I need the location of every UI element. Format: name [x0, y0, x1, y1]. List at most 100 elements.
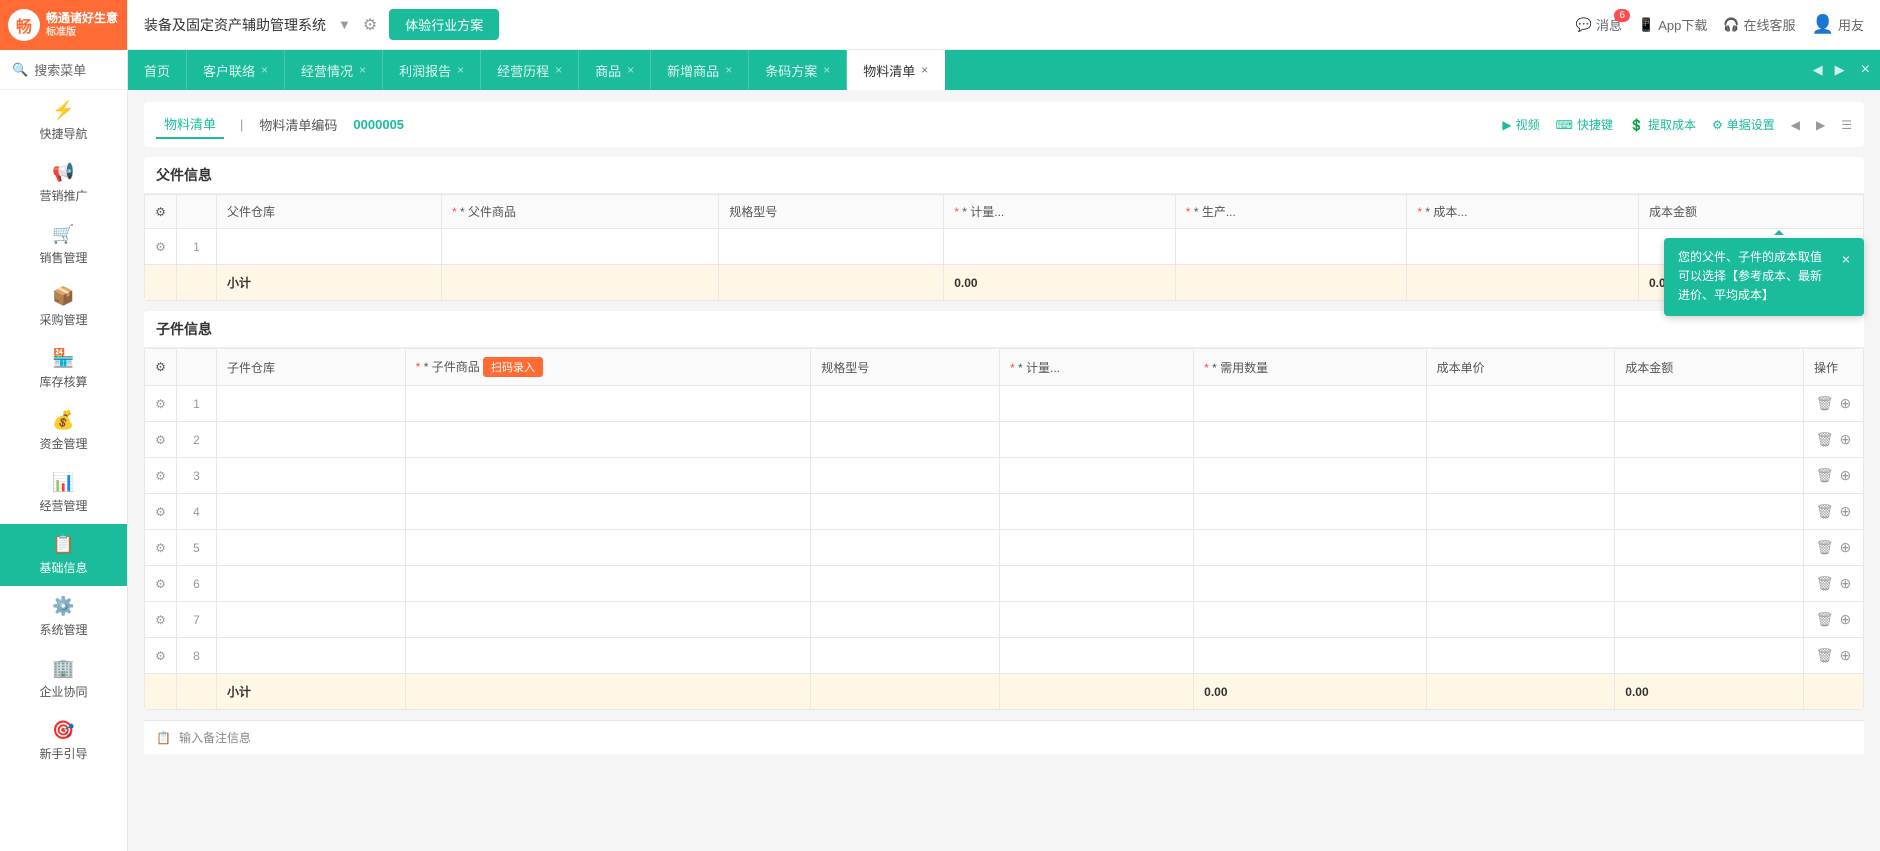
- list-view-icon[interactable]: ☰: [1841, 118, 1852, 132]
- trial-button[interactable]: 体验行业方案: [389, 9, 499, 40]
- tab-profit-close[interactable]: ×: [457, 63, 464, 77]
- child-row8-unit[interactable]: [999, 638, 1193, 674]
- parent-row1-unit[interactable]: [944, 229, 1176, 265]
- child-row4-qty[interactable]: [1194, 494, 1426, 530]
- parent-row1-cost[interactable]: [1407, 229, 1639, 265]
- nav-prev-arrow[interactable]: ◀: [1807, 62, 1829, 78]
- tab-bom-close[interactable]: ×: [921, 63, 928, 77]
- child-row3-product[interactable]: [405, 458, 811, 494]
- close-all-tabs[interactable]: ×: [1851, 61, 1880, 79]
- nav-next-page[interactable]: ▶: [1816, 118, 1825, 132]
- sidebar-item-basic-info[interactable]: 📋 基础信息: [0, 524, 127, 586]
- child-row1-unit-price[interactable]: [1426, 386, 1615, 422]
- tab-barcode-close[interactable]: ×: [823, 63, 830, 77]
- sidebar-search[interactable]: 🔍 搜索菜单: [0, 50, 127, 90]
- child-row6-unit-price[interactable]: [1426, 566, 1615, 602]
- child-col-settings[interactable]: ⚙: [145, 349, 177, 386]
- child-row6-warehouse[interactable]: [217, 566, 406, 602]
- sidebar-item-inventory[interactable]: 🏪 库存核算: [0, 338, 127, 400]
- tab-barcode[interactable]: 条码方案 ×: [749, 50, 847, 90]
- tab-customer[interactable]: 客户联络 ×: [187, 50, 285, 90]
- message-button[interactable]: 💬 消息 6: [1576, 15, 1622, 34]
- tooltip-close-button[interactable]: ×: [1842, 248, 1850, 270]
- child-row3-qty[interactable]: [1194, 458, 1426, 494]
- tab-home[interactable]: 首页: [128, 50, 187, 90]
- parent-row1-spec[interactable]: [719, 229, 944, 265]
- sidebar-item-system[interactable]: ⚙️ 系统管理: [0, 586, 127, 648]
- scan-button[interactable]: 扫码录入: [483, 357, 543, 377]
- child-row2-qty[interactable]: [1194, 422, 1426, 458]
- child-row5-product[interactable]: [405, 530, 811, 566]
- delete-row3-icon[interactable]: 🗑: [1816, 467, 1834, 484]
- child-row8-amount[interactable]: [1615, 638, 1804, 674]
- child-row7-product[interactable]: [405, 602, 811, 638]
- sidebar-item-marketing[interactable]: 📢 营销推广: [0, 152, 127, 214]
- tab-goods-close[interactable]: ×: [627, 63, 634, 77]
- child-row1-product[interactable]: [405, 386, 811, 422]
- child-row7-qty[interactable]: [1194, 602, 1426, 638]
- tab-customer-close[interactable]: ×: [261, 63, 268, 77]
- child-row2-spec[interactable]: [811, 422, 1000, 458]
- copy-row7-icon[interactable]: ⊕: [1840, 611, 1852, 628]
- delete-row1-icon[interactable]: 🗑: [1816, 395, 1834, 412]
- parent-row1-product[interactable]: [442, 229, 719, 265]
- tab-new-goods-close[interactable]: ×: [725, 63, 732, 77]
- sidebar-item-enterprise[interactable]: 🏢 企业协同: [0, 648, 127, 710]
- child-row5-unit[interactable]: [999, 530, 1193, 566]
- child-row6-product[interactable]: [405, 566, 811, 602]
- child-row2-unit[interactable]: [999, 422, 1193, 458]
- child-row5-unit-price[interactable]: [1426, 530, 1615, 566]
- child-row1-qty[interactable]: [1194, 386, 1426, 422]
- child-row3-warehouse[interactable]: [217, 458, 406, 494]
- tab-goods[interactable]: 商品 ×: [579, 50, 651, 90]
- page-tab-bom[interactable]: 物料清单: [156, 110, 224, 139]
- child-row3-unit[interactable]: [999, 458, 1193, 494]
- child-row5-warehouse[interactable]: [217, 530, 406, 566]
- tab-bom[interactable]: 物料清单 ×: [847, 50, 945, 90]
- tab-business[interactable]: 经营情况 ×: [285, 50, 383, 90]
- nav-next-arrow[interactable]: ▶: [1829, 62, 1851, 78]
- child-row1-unit[interactable]: [999, 386, 1193, 422]
- child-row7-amount[interactable]: [1615, 602, 1804, 638]
- delete-row8-icon[interactable]: 🗑: [1816, 647, 1834, 664]
- parent-row1-warehouse[interactable]: [217, 229, 442, 265]
- app-download-button[interactable]: 📱 App下载: [1638, 15, 1707, 34]
- copy-row4-icon[interactable]: ⊕: [1840, 503, 1852, 520]
- child-row4-warehouse[interactable]: [217, 494, 406, 530]
- child-row5-spec[interactable]: [811, 530, 1000, 566]
- tab-profit[interactable]: 利润报告 ×: [383, 50, 481, 90]
- child-row6-qty[interactable]: [1194, 566, 1426, 602]
- child-row2-unit-price[interactable]: [1426, 422, 1615, 458]
- child-row2-settings[interactable]: ⚙: [145, 422, 177, 458]
- parent-row1-settings[interactable]: ⚙: [145, 229, 177, 265]
- delete-row5-icon[interactable]: 🗑: [1816, 539, 1834, 556]
- sidebar-item-operations[interactable]: 📊 经营管理: [0, 462, 127, 524]
- child-row3-unit-price[interactable]: [1426, 458, 1615, 494]
- extract-cost-action[interactable]: 💲 提取成本: [1629, 116, 1696, 133]
- tab-history-close[interactable]: ×: [555, 63, 562, 77]
- child-row6-amount[interactable]: [1615, 566, 1804, 602]
- child-row4-settings[interactable]: ⚙: [145, 494, 177, 530]
- view-action[interactable]: ▶ 视频: [1502, 116, 1539, 133]
- child-row1-amount[interactable]: [1615, 386, 1804, 422]
- child-row5-amount[interactable]: [1615, 530, 1804, 566]
- settings-icon[interactable]: ⚙: [363, 15, 377, 35]
- tab-history[interactable]: 经营历程 ×: [481, 50, 579, 90]
- child-row7-unit[interactable]: [999, 602, 1193, 638]
- child-row2-product[interactable]: [405, 422, 811, 458]
- copy-row3-icon[interactable]: ⊕: [1840, 467, 1852, 484]
- sidebar-item-quick-nav[interactable]: ⚡ 快捷导航: [0, 90, 127, 152]
- parent-col-settings[interactable]: ⚙: [145, 195, 177, 229]
- sidebar-item-finance[interactable]: 💰 资金管理: [0, 400, 127, 462]
- child-row3-spec[interactable]: [811, 458, 1000, 494]
- child-row5-qty[interactable]: [1194, 530, 1426, 566]
- child-row8-qty[interactable]: [1194, 638, 1426, 674]
- copy-row1-icon[interactable]: ⊕: [1840, 395, 1852, 412]
- child-row6-spec[interactable]: [811, 566, 1000, 602]
- copy-row8-icon[interactable]: ⊕: [1840, 647, 1852, 664]
- delete-row7-icon[interactable]: 🗑: [1816, 611, 1834, 628]
- user-menu[interactable]: 👤 用友: [1812, 14, 1864, 35]
- single-settings-action[interactable]: ⚙ 单据设置: [1712, 116, 1775, 133]
- copy-row6-icon[interactable]: ⊕: [1840, 575, 1852, 592]
- topbar-dropdown-icon[interactable]: ▼: [338, 17, 351, 32]
